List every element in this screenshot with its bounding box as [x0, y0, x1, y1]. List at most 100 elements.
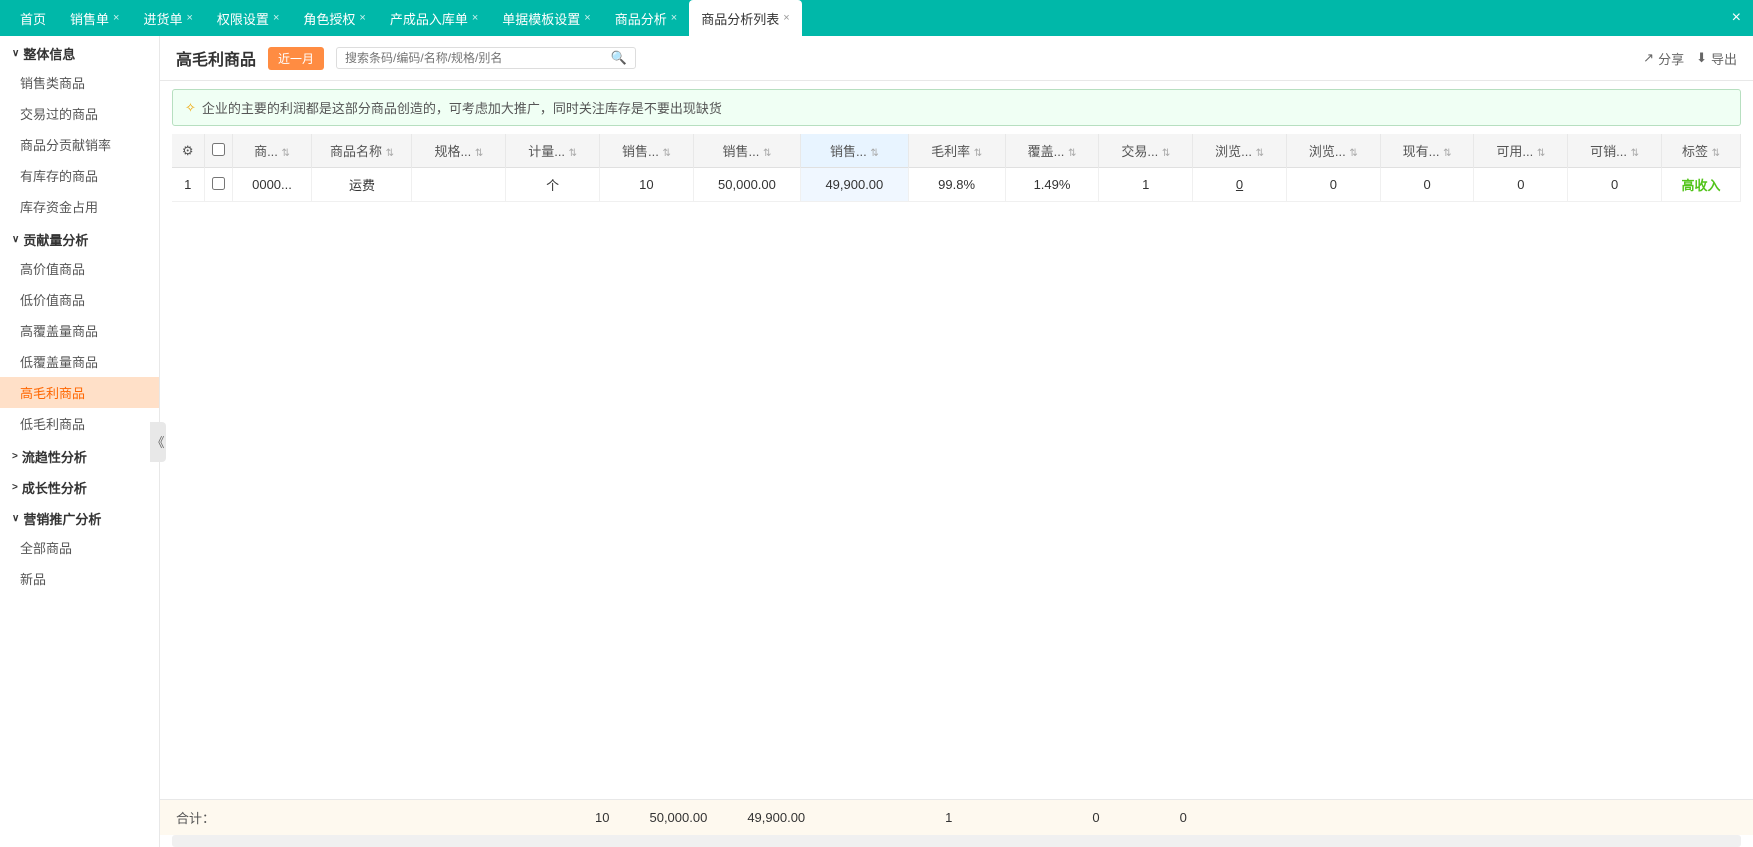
- sort-icon-views2: ⇅: [1349, 148, 1357, 159]
- sort-icon-name: ⇅: [386, 148, 394, 159]
- col-views2[interactable]: 浏览... ⇅: [1286, 134, 1380, 168]
- sidebar-section-contribution[interactable]: ∨ 贡献量分析: [0, 222, 159, 253]
- col-available[interactable]: 可用... ⇅: [1474, 134, 1568, 168]
- header-right: ↗ 分享 ⬇ 导出: [1643, 49, 1737, 68]
- sidebar-item-in-stock[interactable]: 有库存的商品: [0, 160, 159, 191]
- nav-close-analysis-list[interactable]: ×: [783, 12, 789, 24]
- nav-close-role[interactable]: ×: [359, 12, 365, 24]
- search-input[interactable]: [345, 51, 611, 65]
- footer-sales-amount: 50,000.00: [649, 810, 707, 825]
- col-code[interactable]: 商... ⇅: [232, 134, 312, 168]
- sort-icon-views1: ⇅: [1256, 148, 1264, 159]
- nav-close-all[interactable]: ×: [1732, 9, 1741, 27]
- nav-purchase-order[interactable]: 进货单 ×: [131, 0, 204, 36]
- sidebar-collapse-button[interactable]: 《: [150, 422, 166, 462]
- sidebar-section-overall[interactable]: ∨ 整体信息: [0, 36, 159, 67]
- top-nav: 首页 销售单 × 进货单 × 权限设置 × 角色授权 × 产成品入库单 × 单据…: [0, 0, 1753, 36]
- cell-index: 1: [172, 168, 204, 202]
- sidebar-item-all-goods[interactable]: 全部商品: [0, 532, 159, 563]
- nav-product-inbound[interactable]: 产成品入库单 ×: [378, 0, 490, 36]
- col-coverage[interactable]: 覆盖... ⇅: [1005, 134, 1099, 168]
- sort-icon-unit: ⇅: [569, 148, 577, 159]
- sidebar-item-traded-goods[interactable]: 交易过的商品: [0, 98, 159, 129]
- table-row[interactable]: 1 0000... 运费 个 10 50,000.00 49,900.00 99…: [172, 168, 1741, 202]
- col-tag[interactable]: 标签 ⇅: [1661, 134, 1740, 168]
- sidebar-item-low-value[interactable]: 低价值商品: [0, 284, 159, 315]
- arrow-marketing: ∨: [12, 513, 19, 524]
- sidebar-section-trend[interactable]: > 流趋性分析: [0, 439, 159, 470]
- nav-sales-order[interactable]: 销售单 ×: [58, 0, 131, 36]
- col-spec[interactable]: 规格... ⇅: [412, 134, 506, 168]
- nav-product-analysis[interactable]: 商品分析 ×: [603, 0, 689, 36]
- sort-icon-spec: ⇅: [475, 148, 483, 159]
- col-transaction[interactable]: 交易... ⇅: [1099, 134, 1193, 168]
- share-icon: ↗: [1643, 50, 1654, 66]
- sidebar-item-low-margin[interactable]: 低毛利商品: [0, 408, 159, 439]
- sidebar-item-contribution-rate[interactable]: 商品分贡献销率: [0, 129, 159, 160]
- col-sales-cost[interactable]: 销售... ⇅: [801, 134, 908, 168]
- sort-icon-sellable: ⇅: [1631, 148, 1639, 159]
- cell-views1[interactable]: 0: [1193, 168, 1287, 202]
- cell-coverage: 1.49%: [1005, 168, 1099, 202]
- nav-permission-settings[interactable]: 权限设置 ×: [205, 0, 291, 36]
- export-button[interactable]: ⬇ 导出: [1696, 49, 1737, 68]
- sort-icon-code: ⇅: [282, 148, 290, 159]
- sidebar-item-new-goods[interactable]: 新品: [0, 563, 159, 594]
- sidebar-item-high-margin[interactable]: 高毛利商品: [0, 377, 159, 408]
- col-sellable[interactable]: 可销... ⇅: [1568, 134, 1662, 168]
- data-table: ⚙ 商... ⇅ 商品名称 ⇅: [172, 134, 1741, 202]
- search-icon[interactable]: 🔍: [611, 50, 627, 66]
- sort-icon-available: ⇅: [1537, 148, 1545, 159]
- cell-sales-qty: 10: [600, 168, 694, 202]
- sort-icon-gross-margin: ⇅: [974, 148, 982, 159]
- footer-transaction: 1: [945, 810, 952, 825]
- info-bar: ✧ 企业的主要的利润都是这部分商品创造的，可考虑加大推广，同时关注库存是不要出现…: [172, 89, 1741, 126]
- nav-template-settings[interactable]: 单据模板设置 ×: [490, 0, 602, 36]
- nav-home[interactable]: 首页: [8, 0, 58, 36]
- col-name[interactable]: 商品名称 ⇅: [312, 134, 412, 168]
- col-current-stock[interactable]: 现有... ⇅: [1380, 134, 1474, 168]
- col-sales-amount[interactable]: 销售... ⇅: [693, 134, 800, 168]
- table-container[interactable]: ⚙ 商... ⇅ 商品名称 ⇅: [172, 134, 1741, 799]
- arrow-overall: ∨: [12, 48, 19, 59]
- nav-role-auth[interactable]: 角色授权 ×: [291, 0, 377, 36]
- col-unit[interactable]: 计量... ⇅: [506, 134, 600, 168]
- col-views1[interactable]: 浏览... ⇅: [1193, 134, 1287, 168]
- cell-sales-cost: 49,900.00: [801, 168, 908, 202]
- nav-product-analysis-list[interactable]: 商品分析列表 ×: [689, 0, 801, 36]
- nav-close-inbound[interactable]: ×: [472, 12, 478, 24]
- nav-close-analysis[interactable]: ×: [671, 12, 677, 24]
- footer-current-stock: 0: [1092, 810, 1099, 825]
- cell-spec: [412, 168, 506, 202]
- arrow-contribution: ∨: [12, 234, 19, 245]
- col-gross-margin[interactable]: 毛利率 ⇅: [908, 134, 1005, 168]
- cell-current-stock: 0: [1380, 168, 1474, 202]
- horizontal-scrollbar[interactable]: [172, 835, 1741, 847]
- main-layout: ∨ 整体信息 销售类商品 交易过的商品 商品分贡献销率 有库存的商品 库存资金占…: [0, 36, 1753, 847]
- footer-label: 合计：: [176, 808, 215, 827]
- cell-checkbox[interactable]: [204, 168, 232, 202]
- sidebar-item-low-coverage[interactable]: 低覆盖量商品: [0, 346, 159, 377]
- col-sales-qty[interactable]: 销售... ⇅: [600, 134, 694, 168]
- nav-close-template[interactable]: ×: [584, 12, 590, 24]
- footer-sales-qty: 10: [595, 810, 609, 825]
- sidebar-item-high-coverage[interactable]: 高覆盖量商品: [0, 315, 159, 346]
- sidebar-item-sales-goods[interactable]: 销售类商品: [0, 67, 159, 98]
- content-header: 高毛利商品 近一月 🔍 ↗ 分享 ⬇ 导出: [160, 36, 1753, 81]
- sort-icon-transaction: ⇅: [1162, 148, 1170, 159]
- nav-close-sales[interactable]: ×: [113, 12, 119, 24]
- sidebar-section-overall-items: 销售类商品 交易过的商品 商品分贡献销率 有库存的商品 库存资金占用: [0, 67, 159, 222]
- sidebar-item-high-value[interactable]: 高价值商品: [0, 253, 159, 284]
- sort-icon-sales-cost: ⇅: [870, 148, 878, 159]
- select-all-checkbox[interactable]: [212, 143, 225, 156]
- cell-sellable: 0: [1568, 168, 1662, 202]
- sidebar-section-marketing[interactable]: ∨ 营销推广分析: [0, 501, 159, 532]
- sidebar-section-growth[interactable]: > 成长性分析: [0, 470, 159, 501]
- sidebar-item-inventory-capital[interactable]: 库存资金占用: [0, 191, 159, 222]
- nav-close-permission[interactable]: ×: [273, 12, 279, 24]
- settings-icon[interactable]: ⚙: [182, 143, 194, 158]
- filter-recent-month-button[interactable]: 近一月: [268, 47, 324, 70]
- share-button[interactable]: ↗ 分享: [1643, 49, 1684, 68]
- table-footer: 合计： 10 50,000.00 49,900.00 1 0 0: [160, 799, 1753, 835]
- nav-close-purchase[interactable]: ×: [186, 12, 192, 24]
